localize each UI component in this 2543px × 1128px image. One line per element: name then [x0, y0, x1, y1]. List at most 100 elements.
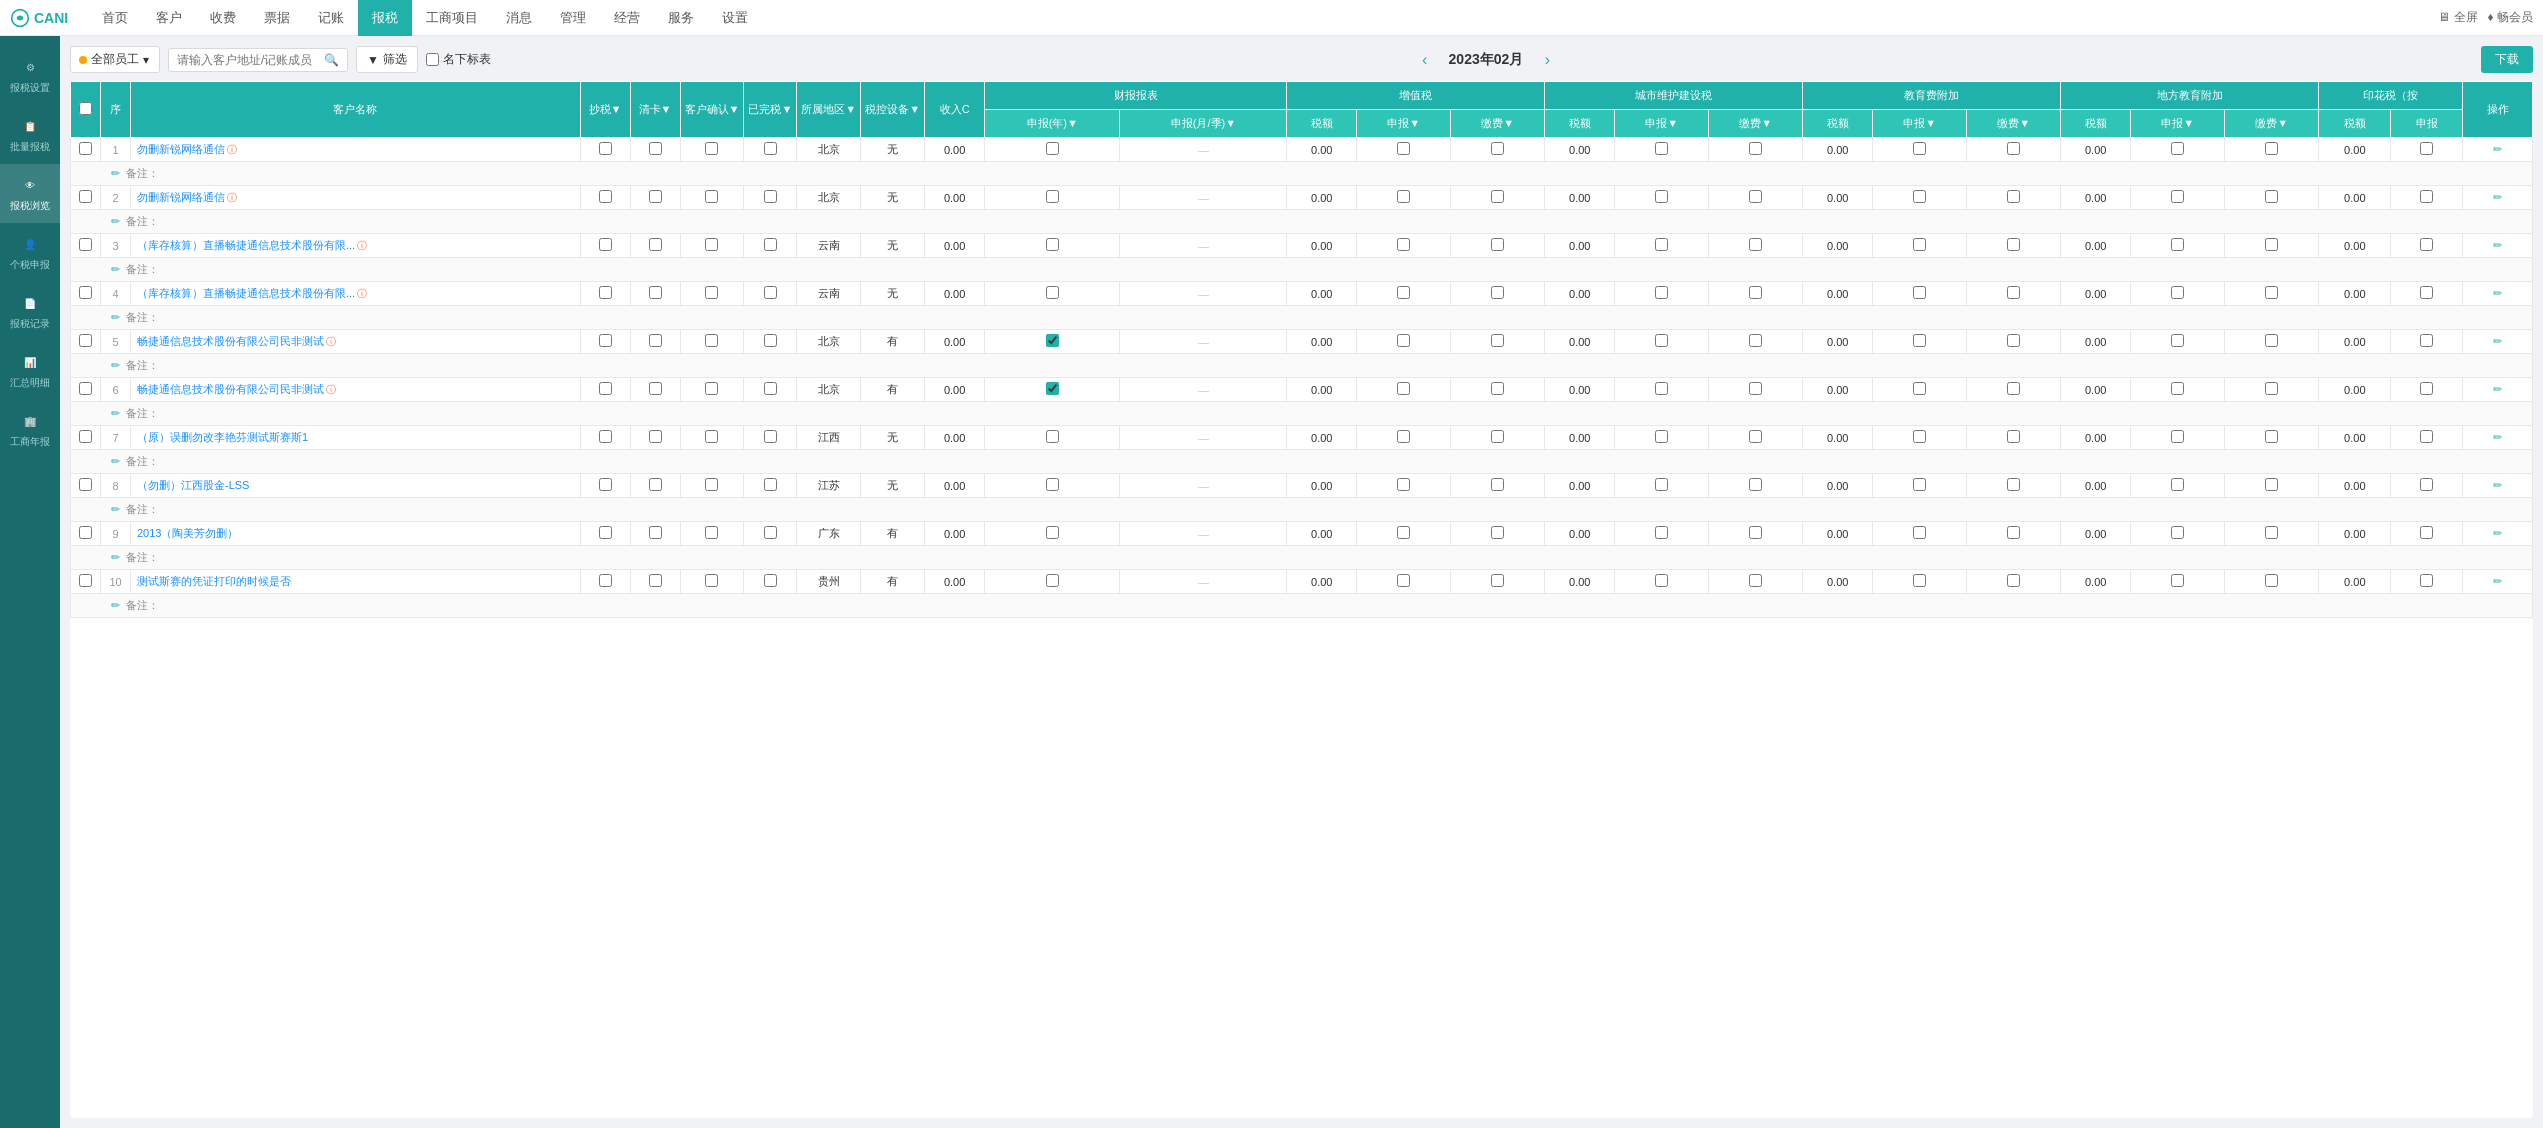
- caibao-year-cell[interactable]: [985, 330, 1120, 354]
- cs-jiaof[interactable]: [1709, 330, 1803, 354]
- jy-shenb[interactable]: [1873, 570, 1967, 594]
- yiwanshu-cell[interactable]: [744, 522, 797, 546]
- cs-jiaof[interactable]: [1709, 426, 1803, 450]
- sidebar-item-baoshuishezhi[interactable]: ⚙ 报税设置: [0, 46, 60, 105]
- jy-jiaof[interactable]: [1967, 186, 2061, 210]
- qingka-cell[interactable]: [630, 522, 680, 546]
- jy-shenb[interactable]: [1873, 186, 1967, 210]
- df-jiaof[interactable]: [2225, 570, 2319, 594]
- row-checkbox-2[interactable]: [79, 190, 92, 203]
- jy-jiaof[interactable]: [1967, 570, 2061, 594]
- client-name[interactable]: 畅捷通信息技术股份有限公司民非测试ⓘ: [131, 330, 581, 354]
- df-jiaof[interactable]: [2225, 522, 2319, 546]
- yh-shenb[interactable]: [2391, 570, 2463, 594]
- chaoshui-cell[interactable]: [580, 234, 630, 258]
- zz-shenb[interactable]: [1357, 378, 1451, 402]
- nav-home[interactable]: 首页: [88, 0, 142, 36]
- remark-cell[interactable]: ✏ 备注：: [71, 498, 2533, 522]
- jy-jiaof[interactable]: [1967, 474, 2061, 498]
- remark-cell[interactable]: ✏ 备注：: [71, 594, 2533, 618]
- yh-shenb[interactable]: [2391, 282, 2463, 306]
- jy-shenb[interactable]: [1873, 426, 1967, 450]
- client-name[interactable]: （库存核算）直播畅捷通信息技术股份有限...ⓘ: [131, 234, 581, 258]
- caibao-year-cell[interactable]: [985, 570, 1120, 594]
- row-checkbox-9[interactable]: [79, 526, 92, 539]
- caibao-year-cell[interactable]: [985, 138, 1120, 162]
- cs-jiaof[interactable]: [1709, 378, 1803, 402]
- chaoshui-cell[interactable]: [580, 330, 630, 354]
- jy-jiaof[interactable]: [1967, 138, 2061, 162]
- row-select[interactable]: [71, 138, 101, 162]
- client-name[interactable]: 勿删新锐网络通信ⓘ: [131, 186, 581, 210]
- qingka-cell[interactable]: [630, 186, 680, 210]
- zz-shenb[interactable]: [1357, 186, 1451, 210]
- select-all-checkbox[interactable]: [79, 102, 92, 115]
- cs-jiaof[interactable]: [1709, 570, 1803, 594]
- remark-cell[interactable]: ✏ 备注：: [71, 258, 2533, 282]
- search-input[interactable]: [177, 53, 320, 67]
- yiwanshu-cell[interactable]: [744, 474, 797, 498]
- yh-shenb[interactable]: [2391, 378, 2463, 402]
- df-jiaof[interactable]: [2225, 282, 2319, 306]
- zz-shenb[interactable]: [1357, 570, 1451, 594]
- client-name[interactable]: （原）误删勿改李艳芬测试斯赛斯1: [131, 426, 581, 450]
- yh-shenb[interactable]: [2391, 330, 2463, 354]
- df-jiaof[interactable]: [2225, 138, 2319, 162]
- remark-cell[interactable]: ✏ 备注：: [71, 162, 2533, 186]
- yiwanshu-cell[interactable]: [744, 570, 797, 594]
- yiwanshu-cell[interactable]: [744, 282, 797, 306]
- cs-jiaof[interactable]: [1709, 234, 1803, 258]
- cs-shenb[interactable]: [1615, 378, 1709, 402]
- zz-jiaof[interactable]: [1451, 474, 1545, 498]
- jy-jiaof[interactable]: [1967, 426, 2061, 450]
- zz-jiaof[interactable]: [1451, 282, 1545, 306]
- yiwanshu-cell[interactable]: [744, 330, 797, 354]
- nav-business[interactable]: 工商项目: [412, 0, 492, 36]
- jy-shenb[interactable]: [1873, 378, 1967, 402]
- row-select[interactable]: [71, 330, 101, 354]
- sidebar-item-baoshuijinglan[interactable]: 👁 报税浏览: [0, 164, 60, 223]
- yh-shenb[interactable]: [2391, 474, 2463, 498]
- client-name[interactable]: 勿删新锐网络通信ⓘ: [131, 138, 581, 162]
- row-select[interactable]: [71, 570, 101, 594]
- df-shenb[interactable]: [2131, 330, 2225, 354]
- qingka-cell[interactable]: [630, 474, 680, 498]
- edit-icon[interactable]: ✏: [2493, 335, 2502, 347]
- cs-shenb[interactable]: [1615, 282, 1709, 306]
- caibao-year-cell[interactable]: [985, 282, 1120, 306]
- jy-shenb[interactable]: [1873, 474, 1967, 498]
- remark-cell[interactable]: ✏ 备注：: [71, 210, 2533, 234]
- cs-shenb[interactable]: [1615, 570, 1709, 594]
- row-select[interactable]: [71, 234, 101, 258]
- edit-cell[interactable]: ✏: [2463, 570, 2533, 594]
- caibao-year-cell[interactable]: [985, 234, 1120, 258]
- chaoshui-cell[interactable]: [580, 186, 630, 210]
- sidebar-item-gongshangnianb[interactable]: 🏢 工商年报: [0, 400, 60, 459]
- jy-shenb[interactable]: [1873, 234, 1967, 258]
- edit-cell[interactable]: ✏: [2463, 234, 2533, 258]
- row-checkbox-3[interactable]: [79, 238, 92, 251]
- cs-shenb[interactable]: [1615, 138, 1709, 162]
- remark-cell[interactable]: ✏ 备注：: [71, 450, 2533, 474]
- edit-icon[interactable]: ✏: [2493, 575, 2502, 587]
- nav-settings[interactable]: 设置: [708, 0, 762, 36]
- df-shenb[interactable]: [2131, 378, 2225, 402]
- df-shenb[interactable]: [2131, 426, 2225, 450]
- caibao-year-cell[interactable]: [985, 378, 1120, 402]
- row-select[interactable]: [71, 474, 101, 498]
- search-box[interactable]: 🔍: [168, 48, 348, 72]
- qingka-cell[interactable]: [630, 570, 680, 594]
- remark-cell[interactable]: ✏ 备注：: [71, 402, 2533, 426]
- cs-shenb[interactable]: [1615, 186, 1709, 210]
- nav-message[interactable]: 消息: [492, 0, 546, 36]
- df-shenb[interactable]: [2131, 474, 2225, 498]
- df-jiaof[interactable]: [2225, 330, 2319, 354]
- yiwanshu-cell[interactable]: [744, 186, 797, 210]
- chaoshui-cell[interactable]: [580, 282, 630, 306]
- chaoshui-cell[interactable]: [580, 138, 630, 162]
- cs-shenb[interactable]: [1615, 234, 1709, 258]
- yiwanshu-cell[interactable]: [744, 234, 797, 258]
- nav-fee[interactable]: 收费: [196, 0, 250, 36]
- qingka-cell[interactable]: [630, 330, 680, 354]
- kehuqueren-cell[interactable]: [680, 426, 744, 450]
